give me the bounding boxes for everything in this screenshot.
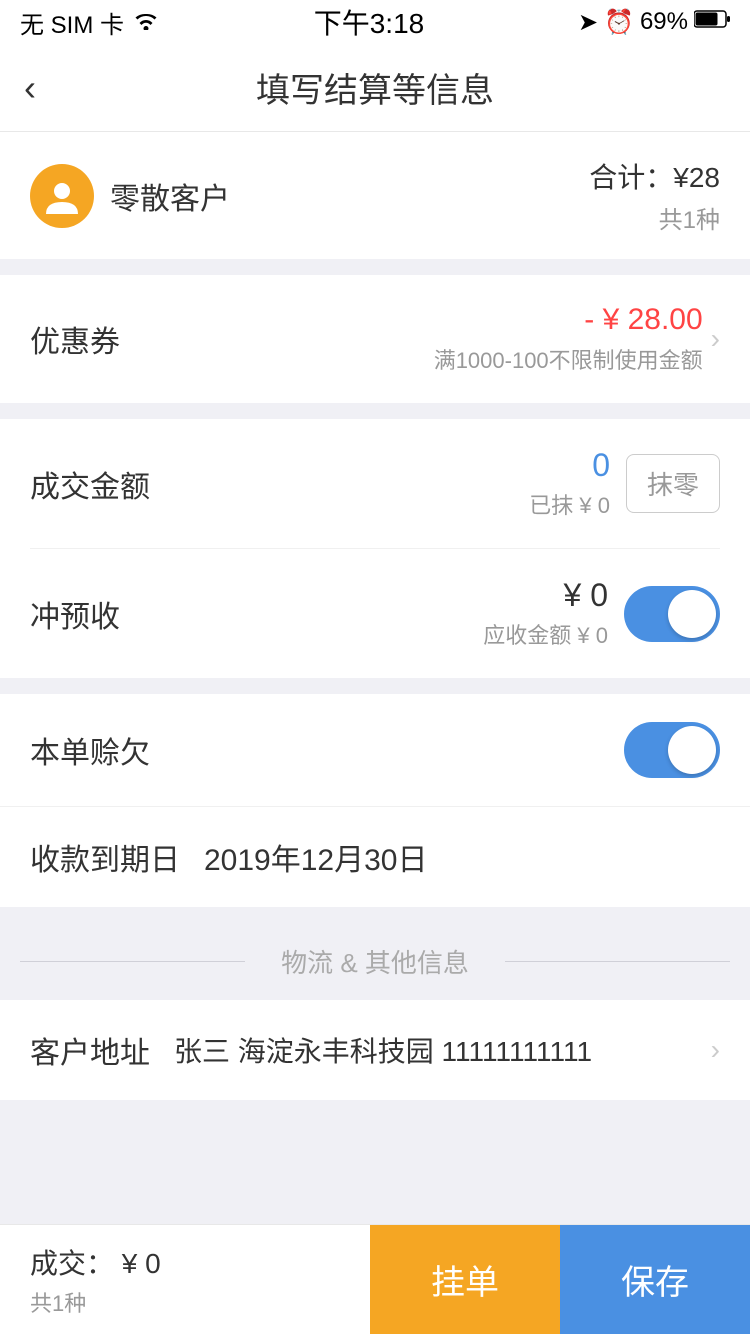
bottom-deal-label: 成交：	[30, 1248, 114, 1279]
coupon-row[interactable]: 优惠券 - ¥ 28.00 满1000-100不限制使用金额 ›	[0, 275, 750, 403]
status-bar: 无 SIM 卡 下午3:18 ➤ ⏰ 69%	[0, 0, 750, 44]
deal-amount-label: 成交金额	[30, 462, 150, 506]
debt-toggle[interactable]	[624, 722, 720, 778]
customer-section: 零散客户 合计：¥28 共1种	[0, 132, 750, 259]
address-value: 张三 海淀永丰科技园 11111111111	[174, 1030, 703, 1070]
prepay-toggle[interactable]	[624, 586, 720, 642]
deal-amount-row: 成交金额 0 已抹 ¥ 0 抹零	[30, 419, 720, 549]
form-section: 成交金额 0 已抹 ¥ 0 抹零 冲预收 ¥ 0 应收金额 ¥ 0	[0, 419, 750, 678]
duedate-label: 收款到期日	[30, 835, 180, 879]
save-label: 保存	[621, 1255, 689, 1304]
prepay-sub: 应收金额 ¥ 0	[483, 618, 608, 650]
prepay-value: ¥ 0	[483, 577, 608, 614]
address-section[interactable]: 客户地址 张三 海淀永丰科技园 11111111111 ›	[0, 1000, 750, 1100]
battery-icon	[694, 8, 730, 36]
hang-button[interactable]: 挂单	[370, 1225, 560, 1334]
total-count: 共1种	[589, 200, 720, 235]
bottom-buttons: 挂单 保存	[370, 1225, 750, 1334]
coupon-section[interactable]: 优惠券 - ¥ 28.00 满1000-100不限制使用金额 ›	[0, 275, 750, 403]
deal-section: 成交金额 0 已抹 ¥ 0 抹零 冲预收 ¥ 0 应收金额 ¥ 0	[0, 419, 750, 678]
duedate-row: 收款到期日 2019年12月30日	[0, 806, 750, 907]
debt-section: 本单赊欠 收款到期日 2019年12月30日	[0, 694, 750, 907]
logistics-label: 物流 & 其他信息	[281, 943, 469, 980]
debt-toggle-knob	[668, 726, 716, 774]
battery-text: 69%	[640, 8, 688, 36]
toggle-knob	[668, 590, 716, 638]
status-right: ➤ ⏰ 69%	[578, 8, 730, 37]
customer-row: 零散客户 合计：¥28 共1种	[0, 132, 750, 259]
address-label: 客户地址	[30, 1028, 150, 1072]
logistics-divider: 物流 & 其他信息	[0, 923, 750, 1000]
divider-line-right	[505, 961, 730, 962]
address-chevron-icon: ›	[711, 1034, 720, 1066]
total-label: 合计：¥28	[589, 156, 720, 196]
debt-row: 本单赊欠	[0, 694, 750, 806]
sim-text: 无 SIM 卡	[20, 5, 124, 40]
bottom-deal-value: ¥ 0	[122, 1248, 161, 1279]
round-zero-button[interactable]: 抹零	[626, 454, 720, 513]
status-time: 下午3:18	[314, 2, 425, 42]
coupon-right: - ¥ 28.00 满1000-100不限制使用金额	[434, 303, 703, 375]
bottom-info: 成交： ¥ 0 共1种	[0, 1242, 370, 1318]
customer-name: 零散客户	[110, 174, 230, 218]
location-icon: ➤	[578, 8, 598, 37]
avatar	[30, 164, 94, 228]
prepay-label: 冲预收	[30, 592, 120, 636]
prepay-row: 冲预收 ¥ 0 应收金额 ¥ 0	[30, 549, 720, 678]
hang-label: 挂单	[431, 1255, 499, 1304]
divider-line-left	[20, 961, 245, 962]
coupon-desc: 满1000-100不限制使用金额	[434, 343, 703, 375]
nav-bar: ‹ 填写结算等信息	[0, 44, 750, 132]
content: 零散客户 合计：¥28 共1种 优惠券 - ¥ 28.00 满1000-100不…	[0, 132, 750, 1236]
prepay-right: ¥ 0 应收金额 ¥ 0	[483, 577, 720, 650]
coupon-label: 优惠券	[30, 317, 120, 361]
debt-label: 本单赊欠	[30, 728, 150, 772]
deal-amount-value: 0	[529, 447, 610, 484]
customer-right: 合计：¥28 共1种	[589, 156, 720, 235]
deal-amount-sub: 已抹 ¥ 0	[529, 488, 610, 520]
duedate-value: 2019年12月30日	[204, 835, 427, 879]
save-button[interactable]: 保存	[560, 1225, 750, 1334]
address-row[interactable]: 客户地址 张三 海淀永丰科技园 11111111111 ›	[0, 1000, 750, 1100]
alarm-icon: ⏰	[604, 8, 634, 37]
customer-left: 零散客户	[30, 164, 230, 228]
bottom-deal-amount: 成交： ¥ 0	[30, 1242, 340, 1282]
coupon-chevron-icon: ›	[711, 323, 720, 355]
deal-amount-right: 0 已抹 ¥ 0 抹零	[529, 447, 720, 520]
wifi-icon	[132, 8, 160, 36]
back-button[interactable]: ‹	[24, 67, 36, 109]
status-left: 无 SIM 卡	[20, 5, 160, 40]
page-title: 填写结算等信息	[256, 63, 494, 112]
coupon-amount: - ¥ 28.00	[434, 303, 703, 337]
bottom-count: 共1种	[30, 1286, 340, 1318]
bottom-bar: 成交： ¥ 0 共1种 挂单 保存	[0, 1224, 750, 1334]
